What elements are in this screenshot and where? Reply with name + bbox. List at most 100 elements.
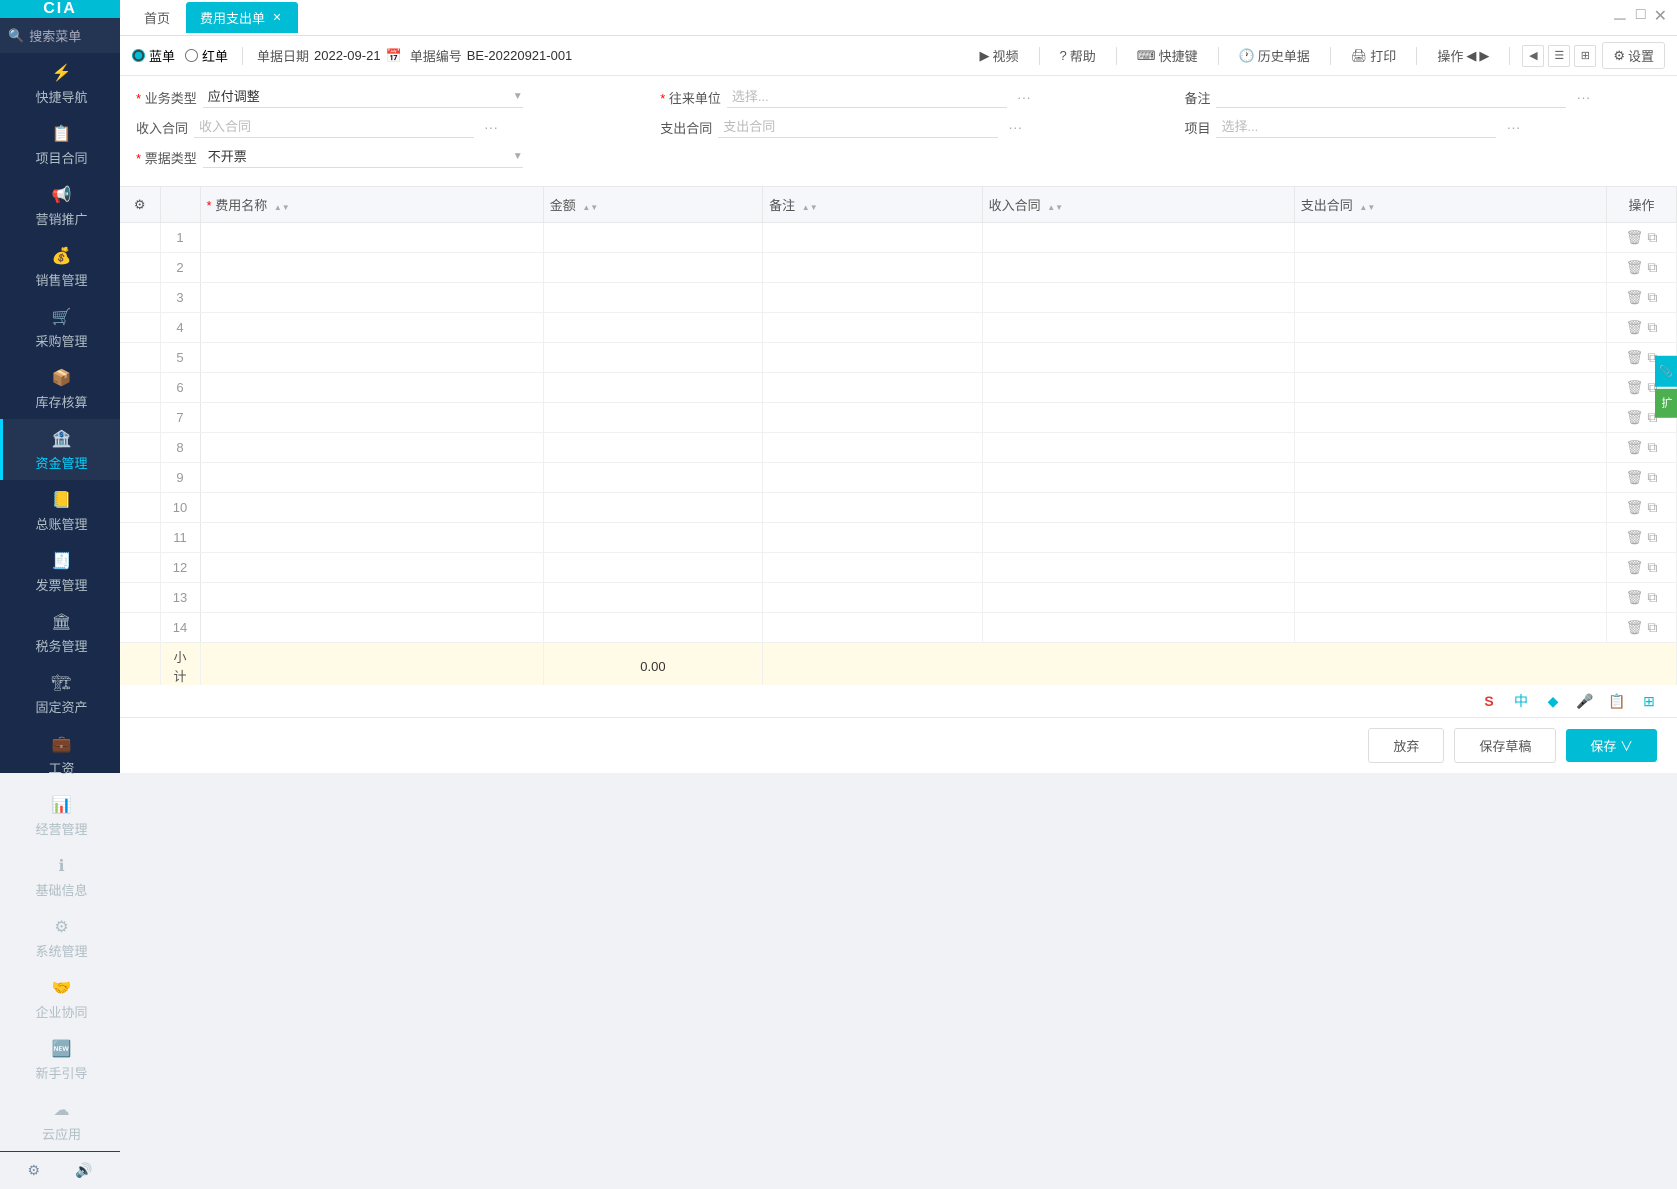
- sidebar-item-fixed-assets[interactable]: 🏗固定资产: [0, 663, 120, 724]
- row-expense-name-cell[interactable]: [200, 403, 543, 433]
- row-expense-contract-cell[interactable]: [1294, 583, 1606, 613]
- row-note-cell[interactable]: [763, 283, 982, 313]
- row-amount-cell[interactable]: [543, 373, 762, 403]
- row-income-contract-cell[interactable]: [982, 373, 1294, 403]
- sort-expense-con-icon[interactable]: ▲▼: [1359, 203, 1375, 212]
- row-delete-button[interactable]: 🗑: [1626, 409, 1644, 426]
- history-button[interactable]: 🕐 历史单据: [1231, 43, 1318, 68]
- sidebar-item-payroll[interactable]: 💼工资: [0, 724, 120, 785]
- row-amount-cell[interactable]: [543, 283, 762, 313]
- help-button[interactable]: ? 帮助: [1052, 43, 1104, 68]
- row-income-contract-cell[interactable]: [982, 253, 1294, 283]
- row-copy-button[interactable]: ⧉: [1647, 619, 1657, 636]
- row-note-cell[interactable]: [763, 253, 982, 283]
- project-input[interactable]: [1216, 116, 1496, 138]
- row-amount-cell[interactable]: [543, 463, 762, 493]
- save-button[interactable]: 保存 ∨: [1566, 729, 1657, 762]
- row-copy-button[interactable]: ⧉: [1647, 259, 1657, 276]
- row-income-contract-cell[interactable]: [982, 403, 1294, 433]
- project-more-icon[interactable]: ···: [1502, 119, 1524, 135]
- sidebar-item-marketing[interactable]: 📢营销推广: [0, 175, 120, 236]
- row-note-cell[interactable]: [763, 433, 982, 463]
- row-note-cell[interactable]: [763, 613, 982, 643]
- row-amount-cell[interactable]: [543, 613, 762, 643]
- col-expense-contract-header[interactable]: 支出合同 ▲▼: [1294, 187, 1606, 223]
- row-expense-name-cell[interactable]: [200, 613, 543, 643]
- row-copy-button[interactable]: ⧉: [1647, 229, 1657, 246]
- video-button[interactable]: ▶ 视频: [972, 43, 1027, 68]
- row-delete-button[interactable]: 🗑: [1626, 229, 1644, 246]
- row-income-contract-cell[interactable]: [982, 433, 1294, 463]
- row-expense-contract-cell[interactable]: [1294, 283, 1606, 313]
- row-note-cell[interactable]: [763, 493, 982, 523]
- row-expense-contract-cell[interactable]: [1294, 343, 1606, 373]
- col-note-header[interactable]: 备注 ▲▼: [763, 187, 982, 223]
- row-amount-cell[interactable]: [543, 343, 762, 373]
- row-copy-button[interactable]: ⧉: [1647, 319, 1657, 336]
- minimize-button[interactable]: －: [1612, 6, 1628, 30]
- row-delete-button[interactable]: 🗑: [1626, 319, 1644, 336]
- row-expense-name-cell[interactable]: [200, 433, 543, 463]
- col-income-contract-header[interactable]: 收入合同 ▲▼: [982, 187, 1294, 223]
- nav-prev-button[interactable]: ◀: [1522, 45, 1544, 67]
- row-income-contract-cell[interactable]: [982, 523, 1294, 553]
- row-delete-button[interactable]: 🗑: [1626, 259, 1644, 276]
- row-amount-cell[interactable]: [543, 223, 762, 253]
- sidebar-item-cloud[interactable]: ☁云应用: [0, 1090, 120, 1151]
- row-expense-name-cell[interactable]: [200, 583, 543, 613]
- row-expense-contract-cell[interactable]: [1294, 253, 1606, 283]
- row-income-contract-cell[interactable]: [982, 493, 1294, 523]
- sidebar-item-sys[interactable]: ⚙系统管理: [0, 907, 120, 968]
- row-expense-contract-cell[interactable]: [1294, 313, 1606, 343]
- row-note-cell[interactable]: [763, 523, 982, 553]
- row-expense-contract-cell[interactable]: [1294, 403, 1606, 433]
- row-delete-button[interactable]: 🗑: [1626, 589, 1644, 606]
- sort-amount-icon[interactable]: ▲▼: [582, 203, 598, 212]
- nav-list-button[interactable]: ☰: [1548, 45, 1570, 67]
- row-expense-contract-cell[interactable]: [1294, 433, 1606, 463]
- row-note-cell[interactable]: [763, 403, 982, 433]
- blue-bill-radio[interactable]: 蓝单: [132, 46, 175, 65]
- tab-expense[interactable]: 费用支出单 ✕: [186, 2, 298, 33]
- row-income-contract-cell[interactable]: [982, 613, 1294, 643]
- row-note-cell[interactable]: [763, 313, 982, 343]
- float-attachment-button[interactable]: 📎: [1655, 355, 1677, 386]
- row-copy-button[interactable]: ⧉: [1647, 439, 1657, 456]
- sidebar-item-quick-nav[interactable]: ⚡快捷导航: [0, 53, 120, 114]
- sidebar-item-project-contract[interactable]: 📋项目合同: [0, 114, 120, 175]
- expense-contract-more-icon[interactable]: ···: [1004, 119, 1026, 135]
- row-delete-button[interactable]: 🗑: [1626, 619, 1644, 636]
- row-expense-name-cell[interactable]: [200, 523, 543, 553]
- close-button[interactable]: ✕: [1654, 6, 1667, 30]
- sidebar-item-purchase[interactable]: 🛒采购管理: [0, 297, 120, 358]
- discard-button[interactable]: 放弃: [1368, 728, 1444, 763]
- row-amount-cell[interactable]: [543, 523, 762, 553]
- gear-icon[interactable]: ⚙: [134, 197, 146, 212]
- sort-note-icon[interactable]: ▲▼: [802, 203, 818, 212]
- row-amount-cell[interactable]: [543, 553, 762, 583]
- row-amount-cell[interactable]: [543, 583, 762, 613]
- sidebar-item-invoice[interactable]: 🧾发票管理: [0, 541, 120, 602]
- row-note-cell[interactable]: [763, 373, 982, 403]
- row-expense-name-cell[interactable]: [200, 343, 543, 373]
- row-expense-contract-cell[interactable]: [1294, 223, 1606, 253]
- partner-input[interactable]: [727, 86, 1007, 108]
- note-input[interactable]: [1216, 86, 1566, 108]
- row-expense-contract-cell[interactable]: [1294, 523, 1606, 553]
- row-note-cell[interactable]: [763, 463, 982, 493]
- sidebar-item-inventory[interactable]: 📦库存核算: [0, 358, 120, 419]
- invoice-type-select[interactable]: 不开票: [203, 146, 513, 167]
- red-bill-radio[interactable]: 红单: [185, 46, 228, 65]
- row-delete-button[interactable]: 🗑: [1626, 559, 1644, 576]
- sidebar-item-ops[interactable]: 📊经营管理: [0, 785, 120, 846]
- row-expense-contract-cell[interactable]: [1294, 493, 1606, 523]
- row-note-cell[interactable]: [763, 553, 982, 583]
- row-expense-name-cell[interactable]: [200, 553, 543, 583]
- row-delete-button[interactable]: 🗑: [1626, 529, 1644, 546]
- row-expense-name-cell[interactable]: [200, 373, 543, 403]
- row-delete-button[interactable]: 🗑: [1626, 289, 1644, 306]
- row-income-contract-cell[interactable]: [982, 583, 1294, 613]
- row-note-cell[interactable]: [763, 343, 982, 373]
- row-amount-cell[interactable]: [543, 313, 762, 343]
- row-income-contract-cell[interactable]: [982, 283, 1294, 313]
